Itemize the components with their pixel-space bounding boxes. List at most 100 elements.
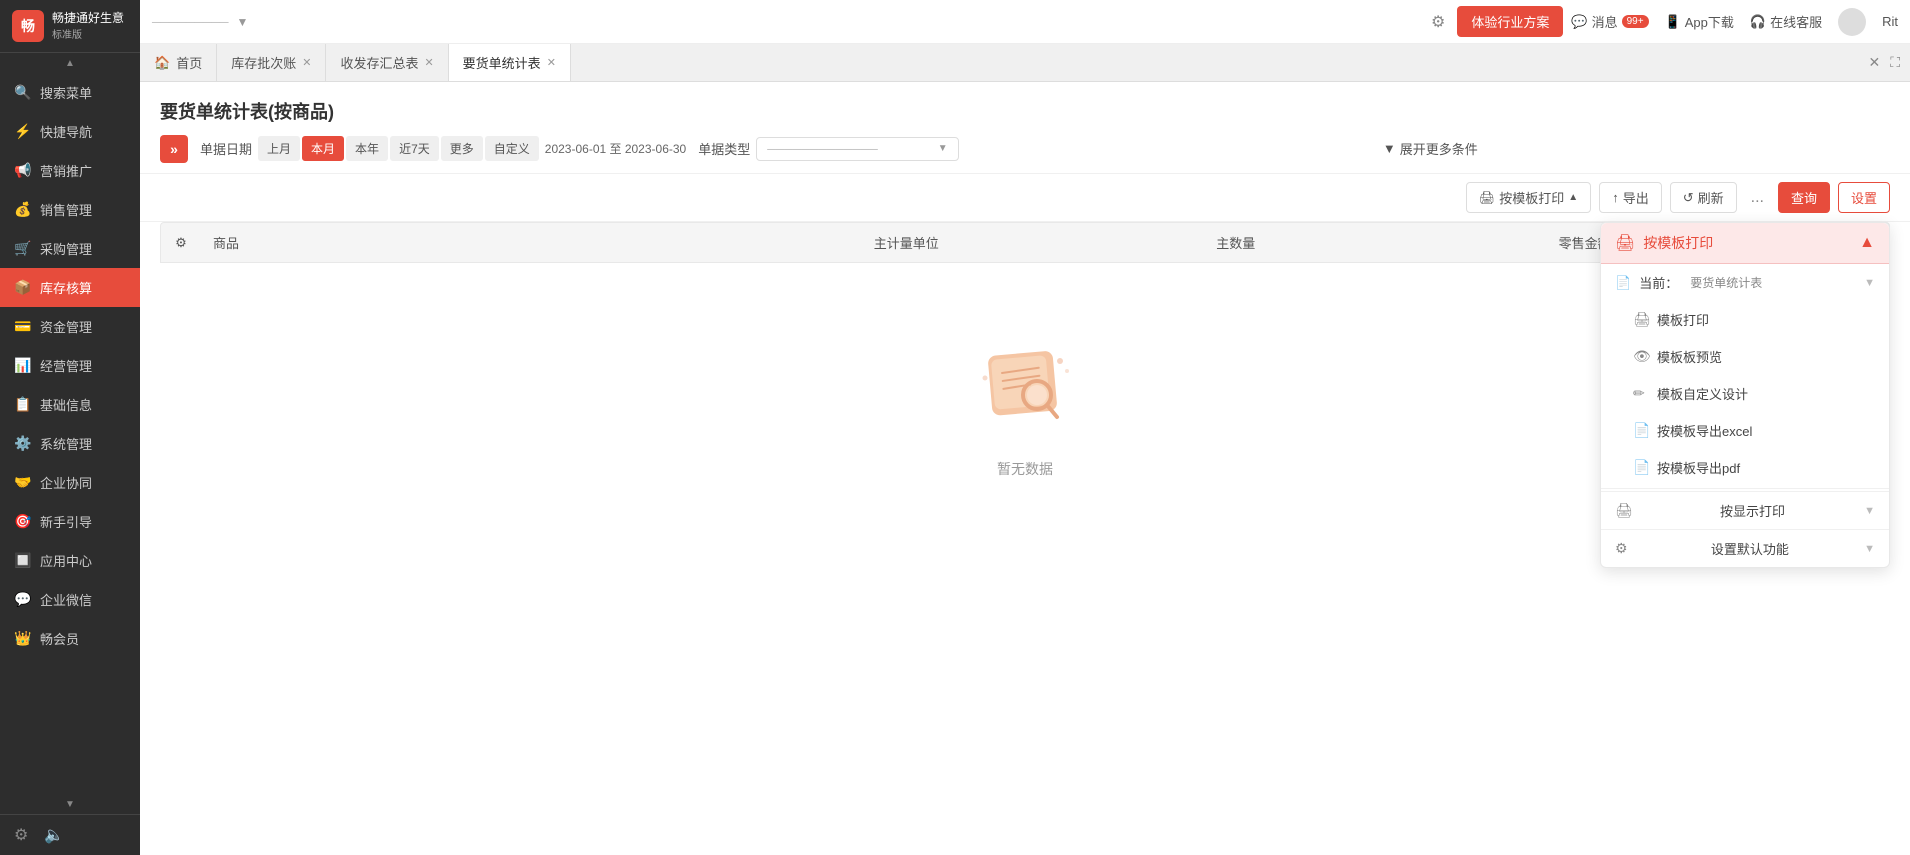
dropdown-item-template-design[interactable]: ✏ 模板自定义设计	[1601, 375, 1889, 412]
refresh-btn[interactable]: ↺ 刷新	[1670, 182, 1737, 213]
online-service-btn[interactable]: 🎧 在线客服	[1750, 12, 1822, 31]
current-arrow-icon: ▼	[1864, 277, 1875, 289]
sidebar-nav: 🔍 搜索菜单 ⚡ 快捷导航 📢 营销推广 💰 销售管理 🛒 采购管理 📦 库存核…	[0, 73, 140, 794]
sidebar-item-operation[interactable]: 📊 经营管理	[0, 346, 140, 385]
sidebar-item-member[interactable]: 👑 畅会员	[0, 619, 140, 658]
dropdown-item-export-pdf[interactable]: 📄 按模板导出pdf	[1601, 449, 1889, 486]
username: Rit	[1882, 14, 1898, 29]
sidebar-item-guide[interactable]: 🎯 新手引导	[0, 502, 140, 541]
dropdown-default-func[interactable]: ⚙ 设置默认功能 ▼	[1601, 529, 1889, 567]
sidebar-scroll-down[interactable]: ▼	[0, 794, 140, 814]
template-print-icon: 🖨	[1633, 311, 1649, 328]
sidebar-item-purchase[interactable]: 🛒 采购管理	[0, 229, 140, 268]
export-icon: ↑	[1612, 190, 1619, 205]
main-area: ───────── ▼ ⚙ 体验行业方案 💬 消息 99+ 📱 App下载 🎧 …	[140, 0, 1910, 855]
date-range: 2023-06-01 至 2023-06-30	[545, 140, 686, 157]
dropdown-item-template-print[interactable]: 🖨 模板打印	[1601, 301, 1889, 338]
wechat-icon: 💬	[14, 591, 32, 608]
export-btn[interactable]: ↑ 导出	[1599, 182, 1662, 213]
purchase-icon: 🛒	[14, 240, 32, 257]
date-btn-more[interactable]: 更多	[441, 136, 483, 161]
print-template-btn[interactable]: 🖨 按模板打印 ▲	[1466, 182, 1591, 213]
avatar[interactable]	[1838, 8, 1866, 36]
tab-batch[interactable]: 库存批次账 ✕	[217, 44, 326, 81]
dropdown-close-btn[interactable]: ▲	[1859, 234, 1875, 252]
speaker-icon[interactable]: 🔈	[44, 825, 64, 845]
date-btn-this-month[interactable]: 本月	[302, 136, 344, 161]
th-settings[interactable]: ⚙	[161, 225, 201, 261]
current-label-icon: 📄	[1615, 275, 1631, 291]
logo-icon: 畅	[12, 10, 44, 42]
content-area: 要货单统计表(按商品) » 单据日期 上月 本月 本年 近7天 更多 自定义 2…	[140, 82, 1910, 855]
export-pdf-icon: 📄	[1633, 459, 1649, 476]
sidebar-item-marketing[interactable]: 📢 营销推广	[0, 151, 140, 190]
date-btn-7days[interactable]: 近7天	[390, 136, 439, 161]
topbar-settings-icon[interactable]: ⚙	[1427, 8, 1449, 36]
logo-name: 畅捷通好生意	[52, 11, 124, 27]
template-preview-icon: 👁	[1633, 348, 1649, 365]
expand-more-icon: ▼	[1383, 141, 1396, 156]
breadcrumb: ───────── ▼	[152, 15, 248, 29]
sidebar-scroll-up[interactable]: ▲	[0, 53, 140, 73]
tab-home[interactable]: 🏠 首页	[140, 44, 217, 81]
filter-bar: » 单据日期 上月 本月 本年 近7天 更多 自定义 2023-06-01 至 …	[140, 124, 1910, 174]
window-close-btn[interactable]: ✕	[1868, 54, 1880, 71]
export-excel-icon: 📄	[1633, 422, 1649, 439]
sidebar-item-sales[interactable]: 💰 销售管理	[0, 190, 140, 229]
type-select[interactable]: ───────────── ▼	[756, 137, 958, 161]
sidebar-item-enterprise[interactable]: 🤝 企业协同	[0, 463, 140, 502]
sidebar-item-shortcut[interactable]: ⚡ 快捷导航	[0, 112, 140, 151]
tab-collection-close[interactable]: ✕	[424, 56, 433, 69]
trial-button[interactable]: 体验行业方案	[1457, 6, 1563, 37]
date-btn-custom[interactable]: 自定义	[485, 136, 539, 161]
tab-order-close[interactable]: ✕	[547, 56, 556, 69]
tab-batch-close[interactable]: ✕	[302, 56, 311, 69]
sidebar: 畅 畅捷通好生意 标准版 ▲ 🔍 搜索菜单 ⚡ 快捷导航 📢 营销推广 💰 销售…	[0, 0, 140, 855]
sidebar-item-apps[interactable]: 🔲 应用中心	[0, 541, 140, 580]
home-icon: 🏠	[154, 55, 170, 71]
headset-icon: 🎧	[1750, 14, 1766, 30]
sidebar-item-system[interactable]: ⚙️ 系统管理	[0, 424, 140, 463]
printer-icon: 🖨	[1479, 190, 1496, 206]
print-template-dropdown: 🖨 按模板打印 ▲ 📄 当前： 要货单统计表 ▼ 🖨 模板打印 👁 模板板预览	[1600, 222, 1890, 568]
refresh-icon: ↺	[1683, 190, 1694, 206]
basic-icon: 📋	[14, 396, 32, 413]
date-btn-this-year[interactable]: 本年	[346, 136, 388, 161]
sidebar-item-inventory[interactable]: 📦 库存核算	[0, 268, 140, 307]
search-icon: 🔍	[14, 84, 32, 101]
app-download-btn[interactable]: 📱 App下载	[1665, 12, 1734, 31]
settings-btn[interactable]: 设置	[1838, 182, 1890, 213]
more-actions-btn[interactable]: ...	[1745, 185, 1770, 211]
window-expand-btn[interactable]: ⛶	[1890, 54, 1900, 71]
sidebar-bottom: ⚙ 🔈	[0, 814, 140, 855]
guide-icon: 🎯	[14, 513, 32, 530]
query-btn[interactable]: 查询	[1778, 182, 1830, 213]
tabs-bar: 🏠 首页 库存批次账 ✕ 收发存汇总表 ✕ 要货单统计表 ✕ ✕ ⛶	[140, 44, 1910, 82]
sidebar-item-wechat[interactable]: 💬 企业微信	[0, 580, 140, 619]
sidebar-item-basic[interactable]: 📋 基础信息	[0, 385, 140, 424]
enterprise-icon: 🤝	[14, 474, 32, 491]
operation-icon: 📊	[14, 357, 32, 374]
tab-collection[interactable]: 收发存汇总表 ✕	[326, 44, 448, 81]
default-func-arrow: ▼	[1864, 543, 1875, 555]
messages-btn[interactable]: 💬 消息 99+	[1571, 12, 1648, 31]
apps-icon: 🔲	[14, 552, 32, 569]
type-label: 单据类型	[698, 139, 750, 158]
date-btn-last-month[interactable]: 上月	[258, 136, 300, 161]
filter-expand-btn[interactable]: »	[160, 135, 188, 163]
empty-label: 暂无数据	[997, 459, 1053, 479]
dropdown-printer-icon: 🖨	[1615, 233, 1635, 253]
dropdown-current[interactable]: 📄 当前： 要货单统计表 ▼	[1601, 264, 1889, 301]
tab-order[interactable]: 要货单统计表 ✕	[449, 44, 571, 81]
expand-more-btn[interactable]: ▼ 展开更多条件	[1363, 134, 1498, 163]
sidebar-item-finance[interactable]: 💳 资金管理	[0, 307, 140, 346]
logo-badge: 标准版	[52, 26, 124, 41]
topbar: ───────── ▼ ⚙ 体验行业方案 💬 消息 99+ 📱 App下载 🎧 …	[140, 0, 1910, 44]
action-bar: 🖨 按模板打印 ▲ ↑ 导出 ↺ 刷新 ... 查询 设置	[140, 174, 1910, 222]
select-arrow-icon: ▼	[938, 143, 948, 154]
settings-bottom-icon[interactable]: ⚙	[14, 825, 28, 845]
dropdown-item-template-preview[interactable]: 👁 模板板预览	[1601, 338, 1889, 375]
dropdown-display-print[interactable]: 🖨 按显示打印 ▼	[1601, 491, 1889, 529]
dropdown-item-export-excel[interactable]: 📄 按模板导出excel	[1601, 412, 1889, 449]
sidebar-item-search[interactable]: 🔍 搜索菜单	[0, 73, 140, 112]
